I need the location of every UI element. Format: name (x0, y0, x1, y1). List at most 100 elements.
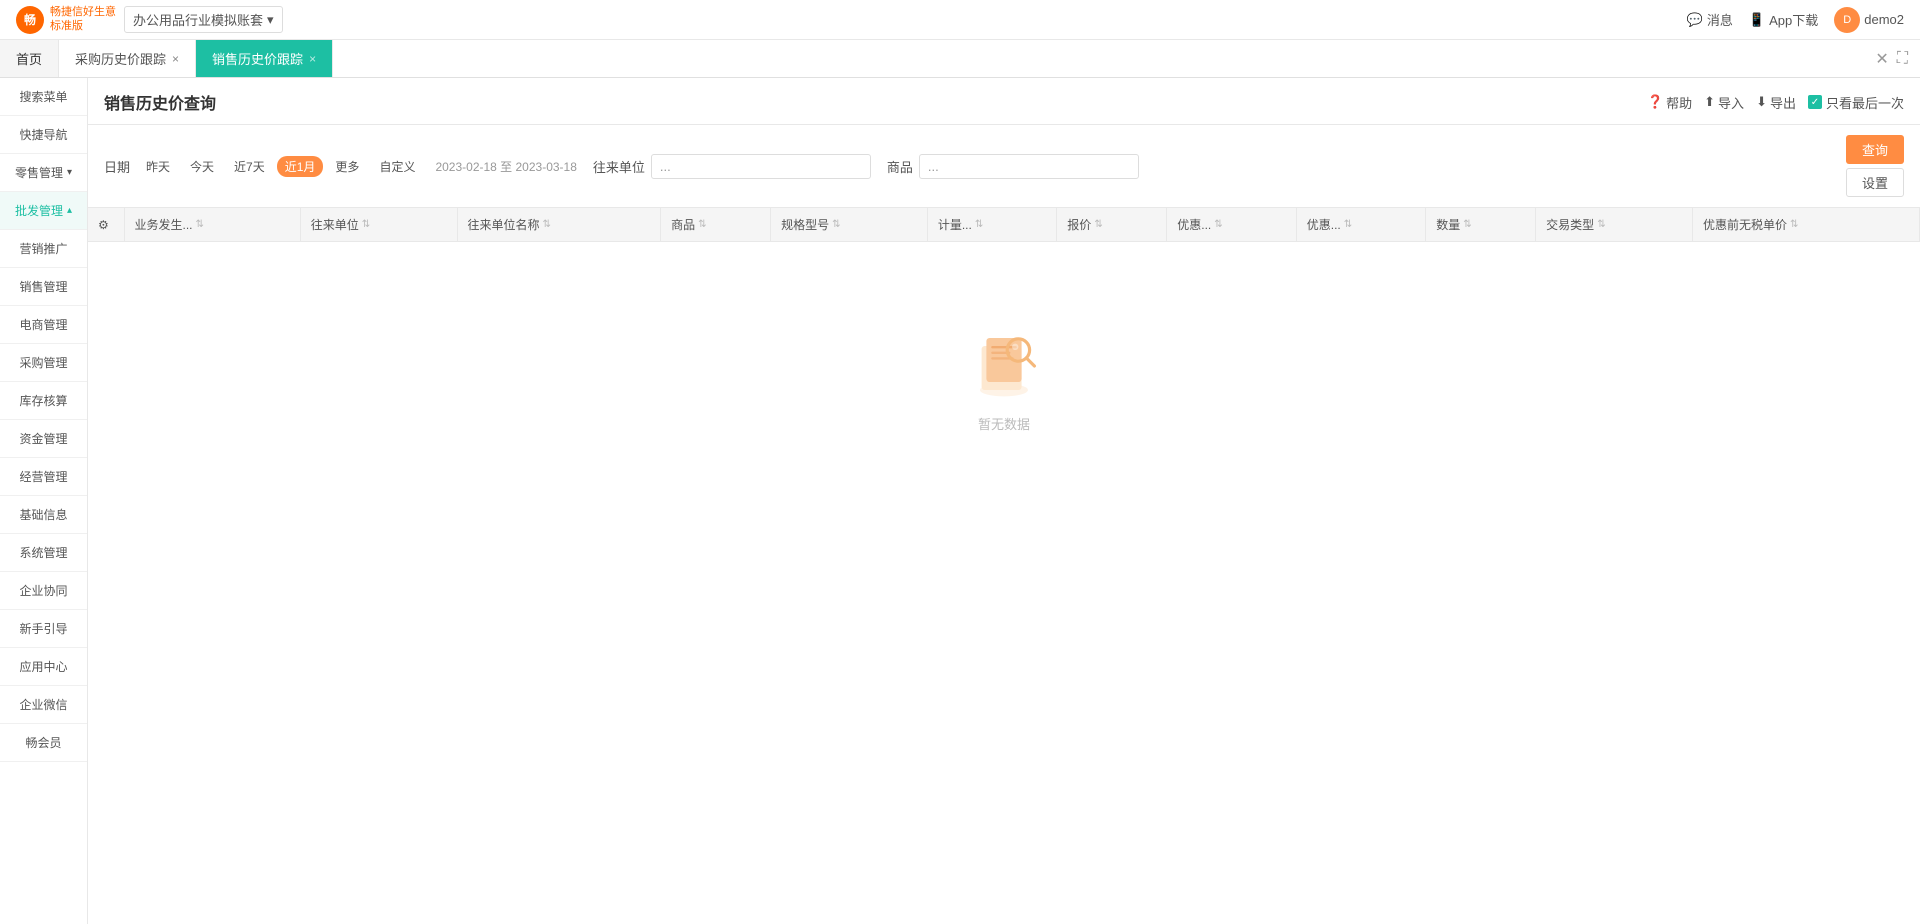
sidebar-item-enterprise-collab[interactable]: 企业协同 (0, 572, 87, 610)
th-trade-type[interactable]: 交易类型 ⇅ (1536, 208, 1693, 242)
tab-bar: 首页 采购历史价跟踪 × 销售历史价跟踪 × ✕ ⛶ (0, 40, 1920, 78)
sidebar-item-enterprise-wechat[interactable]: 企业微信 (0, 686, 87, 724)
sales-mgmt-label: 销售管理 (19, 278, 67, 295)
sidebar-item-sales-mgmt[interactable]: 销售管理 (0, 268, 87, 306)
sidebar-item-finance[interactable]: 资金管理 (0, 420, 87, 458)
th-spec[interactable]: 规格型号 ⇅ (771, 208, 928, 242)
page-header-actions: ❓ 帮助 ⬆ 导入 ⬇ 导出 ✓ 只看最后一次 (1647, 93, 1904, 112)
date-range-display: 2023-02-18 至 2023-03-18 (435, 158, 576, 175)
only-last-checkbox[interactable]: ✓ 只看最后一次 (1808, 93, 1904, 112)
tab-spacer (333, 40, 1863, 77)
main-layout: 搜索菜单 快捷导航 零售管理 ▾ 批发管理 ▴ 营销推广 销售管理 电商管理 采… (0, 78, 1920, 924)
from-unit-field: 往来单位 ... (593, 154, 871, 179)
enterprise-wechat-label: 企业微信 (19, 696, 67, 713)
close-purchase-history-tab[interactable]: × (172, 52, 179, 66)
logo-text: 畅捷信好生意 标准版 (50, 6, 116, 32)
empty-illustration (964, 322, 1044, 402)
product-input[interactable]: ... (919, 154, 1139, 179)
ecommerce-label: 电商管理 (19, 316, 67, 333)
th-unit-name[interactable]: 往来单位名称 ⇅ (457, 208, 661, 242)
product-field: 商品 ... (887, 154, 1139, 179)
date-pill-custom[interactable]: 自定义 (371, 156, 423, 177)
sidebar-item-search-menu[interactable]: 搜索菜单 (0, 78, 87, 116)
sidebar-item-member[interactable]: 畅会员 (0, 724, 87, 762)
date-pill-yesterday[interactable]: 昨天 (138, 156, 178, 177)
th-quantity[interactable]: 数量 ⇅ (1426, 208, 1536, 242)
system-label: 系统管理 (19, 544, 67, 561)
th-quote[interactable]: 报价 ⇅ (1057, 208, 1167, 242)
settings-icon[interactable]: ⚙ (98, 218, 109, 232)
sidebar-item-new-user-guide[interactable]: 新手引导 (0, 610, 87, 648)
page-title: 销售历史价查询 (104, 90, 216, 114)
sort-icon-unit: ⇅ (975, 219, 983, 230)
sidebar-item-inventory[interactable]: 库存核算 (0, 382, 87, 420)
chevron-down-icon: ▾ (67, 167, 72, 178)
sort-icon-spec: ⇅ (832, 219, 840, 230)
top-bar-right: 💬 消息 📱 App下载 D demo2 (1687, 7, 1904, 33)
help-icon: ❓ (1647, 94, 1663, 110)
date-pill-today[interactable]: 今天 (182, 156, 222, 177)
avatar: D (1834, 7, 1860, 33)
sidebar-item-quick-nav[interactable]: 快捷导航 (0, 116, 87, 154)
finance-label: 资金管理 (19, 430, 67, 447)
sidebar-item-ecommerce[interactable]: 电商管理 (0, 306, 87, 344)
date-filter-group: 日期 昨天 今天 近7天 近1月 更多 自定义 2023-02-18 至 202… (104, 156, 577, 177)
import-icon: ⬆ (1704, 94, 1715, 110)
chevron-up-icon: ▴ (67, 205, 72, 216)
close-all-tabs-button[interactable]: ✕ (1875, 49, 1888, 69)
settings-button[interactable]: 设置 (1846, 168, 1904, 197)
sort-icon-discount2: ⇅ (1344, 219, 1352, 230)
date-pill-1month[interactable]: 近1月 (277, 156, 324, 177)
sidebar-item-basic-info[interactable]: 基础信息 (0, 496, 87, 534)
app-center-label: 应用中心 (19, 658, 67, 675)
message-button[interactable]: 💬 消息 (1687, 10, 1733, 29)
help-button[interactable]: ❓ 帮助 (1647, 93, 1692, 112)
th-business-date[interactable]: 业务发生... ⇅ (124, 208, 300, 242)
th-unit-code[interactable]: 往来单位 ⇅ (300, 208, 457, 242)
table-header: ⚙ 业务发生... ⇅ 往来单位 ⇅ (88, 208, 1920, 242)
retail-mgmt-label: 零售管理 (15, 164, 63, 181)
tab-sales-history[interactable]: 销售历史价跟踪 × (196, 40, 333, 77)
th-unit[interactable]: 计量... ⇅ (927, 208, 1056, 242)
table-container: ⚙ 业务发生... ⇅ 往来单位 ⇅ (88, 208, 1920, 924)
date-pill-more[interactable]: 更多 (327, 156, 367, 177)
sidebar-item-purchase-mgmt[interactable]: 采购管理 (0, 344, 87, 382)
date-pill-7days[interactable]: 近7天 (226, 156, 273, 177)
tab-home[interactable]: 首页 (0, 40, 59, 77)
quick-nav-label: 快捷导航 (19, 126, 67, 143)
inventory-label: 库存核算 (19, 392, 67, 409)
operations-label: 经营管理 (19, 468, 67, 485)
filter-buttons: 查询 设置 (1846, 135, 1904, 197)
sort-icon-trade-type: ⇅ (1597, 219, 1605, 230)
th-product[interactable]: 商品 ⇅ (661, 208, 771, 242)
sort-icon-unit-code: ⇅ (362, 219, 370, 230)
export-button[interactable]: ⬇ 导出 (1756, 93, 1796, 112)
logo-area: 畅 畅捷信好生意 标准版 (16, 6, 116, 34)
user-menu[interactable]: D demo2 (1834, 7, 1904, 33)
th-pretax-price[interactable]: 优惠前无税单价 ⇅ (1692, 208, 1919, 242)
from-unit-label: 往来单位 (593, 157, 645, 176)
maximize-button[interactable]: ⛶ (1897, 50, 1908, 68)
close-sales-history-tab[interactable]: × (309, 52, 316, 66)
app-title-selector[interactable]: 办公用品行业模拟账套 ▾ (124, 6, 283, 33)
purchase-history-tab-label: 采购历史价跟踪 (75, 49, 166, 68)
from-unit-input[interactable]: ... (651, 154, 871, 179)
empty-text: 暂无数据 (978, 414, 1030, 433)
sidebar-item-marketing[interactable]: 营销推广 (0, 230, 87, 268)
sidebar-item-system[interactable]: 系统管理 (0, 534, 87, 572)
query-button[interactable]: 查询 (1846, 135, 1904, 164)
import-button[interactable]: ⬆ 导入 (1704, 93, 1744, 112)
basic-info-label: 基础信息 (19, 506, 67, 523)
new-user-guide-label: 新手引导 (19, 620, 67, 637)
sidebar-item-operations[interactable]: 经营管理 (0, 458, 87, 496)
product-label: 商品 (887, 157, 913, 176)
app-download-button[interactable]: 📱 App下载 (1749, 10, 1818, 29)
tab-purchase-history[interactable]: 采购历史价跟踪 × (59, 40, 196, 77)
th-discount2[interactable]: 优惠... ⇅ (1296, 208, 1425, 242)
sidebar-item-retail-mgmt[interactable]: 零售管理 ▾ (0, 154, 87, 192)
table-header-row: ⚙ 业务发生... ⇅ 往来单位 ⇅ (88, 208, 1920, 242)
sort-icon-quantity: ⇅ (1463, 219, 1471, 230)
sidebar-item-wholesale-mgmt[interactable]: 批发管理 ▴ (0, 192, 87, 230)
sidebar-item-app-center[interactable]: 应用中心 (0, 648, 87, 686)
th-discount1[interactable]: 优惠... ⇅ (1167, 208, 1296, 242)
